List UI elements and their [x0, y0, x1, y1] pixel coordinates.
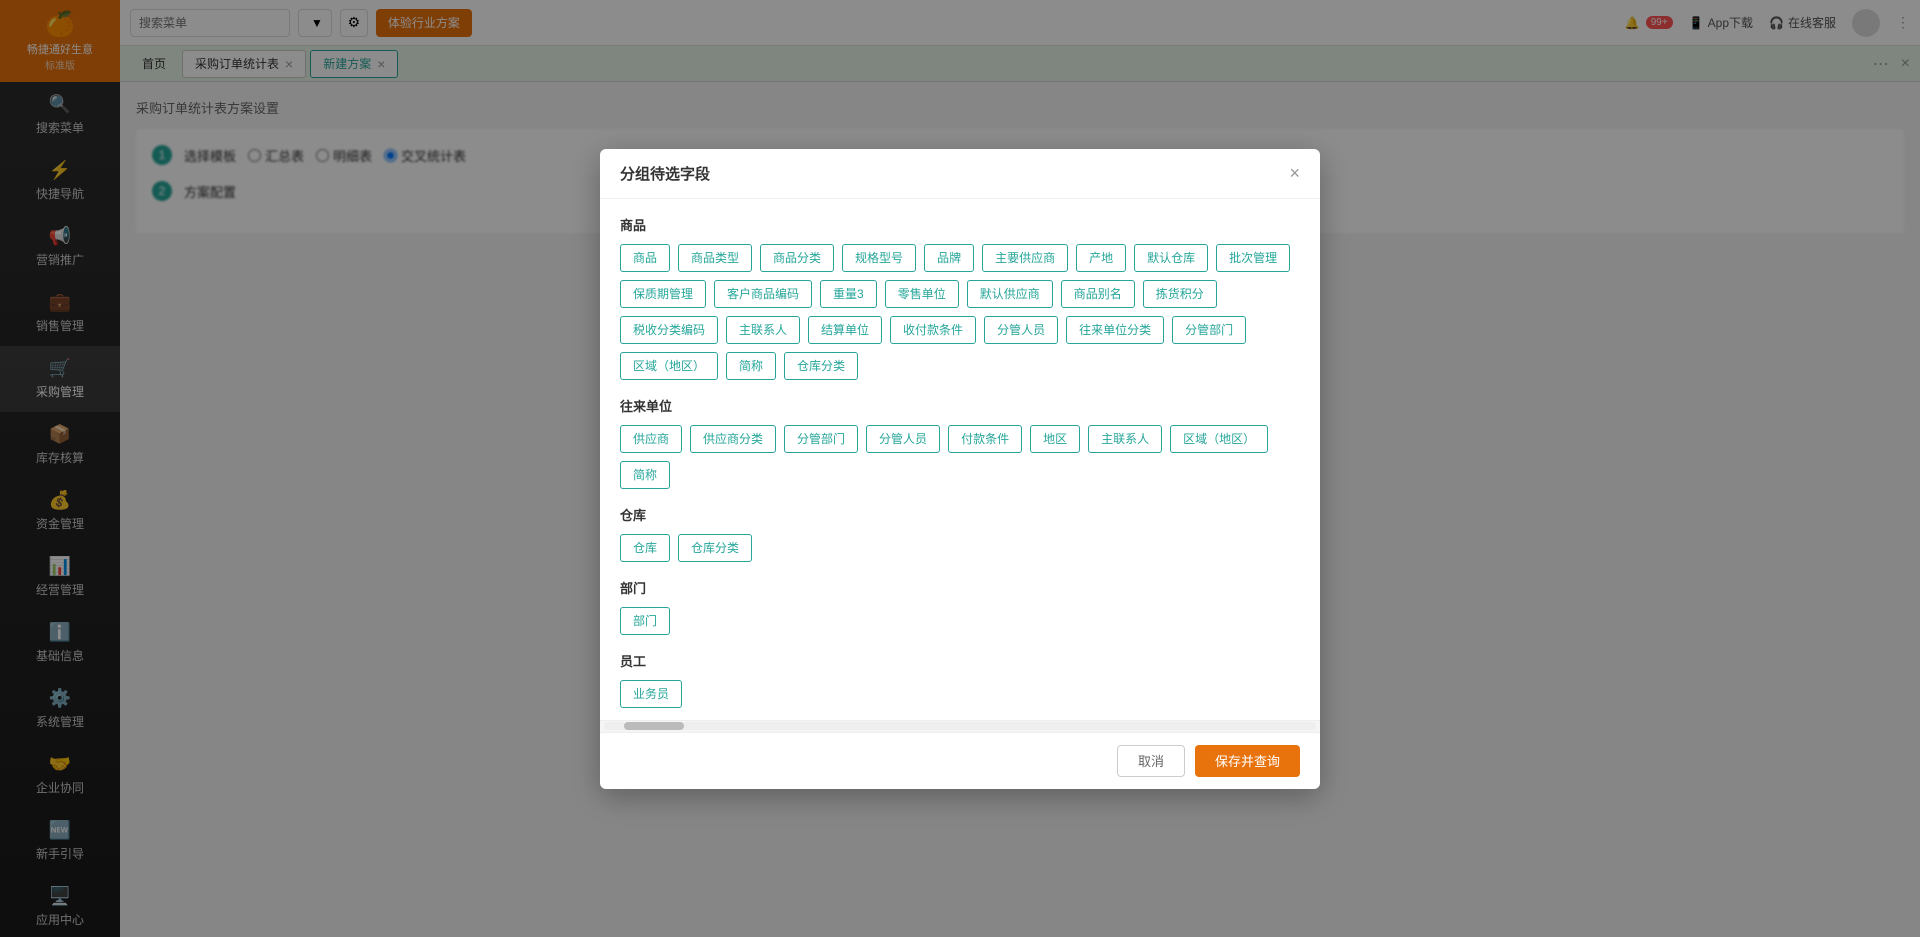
modal-footer: 取消 保存并查询: [600, 732, 1320, 789]
tags-grid-warehouse: 仓库仓库分类: [620, 534, 1300, 562]
modal-title: 分组待选字段: [620, 163, 710, 184]
tags-grid-goods: 商品商品类型商品分类规格型号品牌主要供应商产地默认仓库批次管理保质期管理客户商品…: [620, 244, 1300, 380]
tag-goods-1[interactable]: 商品类型: [678, 244, 752, 272]
tag-goods-16[interactable]: 税收分类编码: [620, 316, 718, 344]
modal-body: 商品商品商品类型商品分类规格型号品牌主要供应商产地默认仓库批次管理保质期管理客户…: [600, 199, 1320, 720]
cancel-button[interactable]: 取消: [1117, 745, 1185, 777]
tag-partner-2[interactable]: 分管部门: [784, 425, 858, 453]
tag-goods-0[interactable]: 商品: [620, 244, 670, 272]
tag-goods-20[interactable]: 分管人员: [984, 316, 1058, 344]
tags-grid-department: 部门: [620, 607, 1300, 635]
tag-goods-24[interactable]: 简称: [726, 352, 776, 380]
tag-goods-13[interactable]: 默认供应商: [967, 280, 1053, 308]
tag-goods-23[interactable]: 区域（地区）: [620, 352, 718, 380]
tag-goods-22[interactable]: 分管部门: [1172, 316, 1246, 344]
tag-goods-11[interactable]: 重量3: [820, 280, 877, 308]
tag-goods-10[interactable]: 客户商品编码: [714, 280, 812, 308]
tag-goods-14[interactable]: 商品别名: [1061, 280, 1135, 308]
tag-goods-9[interactable]: 保质期管理: [620, 280, 706, 308]
section-title-department: 部门: [620, 578, 1300, 597]
section-employee: 员工业务员: [620, 651, 1300, 708]
section-title-goods: 商品: [620, 215, 1300, 234]
tag-goods-8[interactable]: 批次管理: [1216, 244, 1290, 272]
tag-partner-6[interactable]: 主联系人: [1088, 425, 1162, 453]
section-title-warehouse: 仓库: [620, 505, 1300, 524]
tag-partner-0[interactable]: 供应商: [620, 425, 682, 453]
section-title-partner: 往来单位: [620, 396, 1300, 415]
tag-partner-1[interactable]: 供应商分类: [690, 425, 776, 453]
tag-employee-0[interactable]: 业务员: [620, 680, 682, 708]
tags-grid-employee: 业务员: [620, 680, 1300, 708]
tag-goods-15[interactable]: 拣货积分: [1143, 280, 1217, 308]
tag-goods-5[interactable]: 主要供应商: [982, 244, 1068, 272]
tags-grid-partner: 供应商供应商分类分管部门分管人员付款条件地区主联系人区域（地区） 简称: [620, 425, 1300, 489]
tag-warehouse-1[interactable]: 仓库分类: [678, 534, 752, 562]
tag-partner-4[interactable]: 付款条件: [948, 425, 1022, 453]
tag-goods-6[interactable]: 产地: [1076, 244, 1126, 272]
tag-goods-12[interactable]: 零售单位: [885, 280, 959, 308]
tag-goods-18[interactable]: 结算单位: [808, 316, 882, 344]
tag-department-0[interactable]: 部门: [620, 607, 670, 635]
modal-header: 分组待选字段 ×: [600, 149, 1320, 199]
tag-goods-2[interactable]: 商品分类: [760, 244, 834, 272]
tag-goods-4[interactable]: 品牌: [924, 244, 974, 272]
section-title-employee: 员工: [620, 651, 1300, 670]
section-partner: 往来单位供应商供应商分类分管部门分管人员付款条件地区主联系人区域（地区） 简称: [620, 396, 1300, 489]
tag-goods-3[interactable]: 规格型号: [842, 244, 916, 272]
field-selection-modal: 分组待选字段 × 商品商品商品类型商品分类规格型号品牌主要供应商产地默认仓库批次…: [600, 149, 1320, 789]
tag-goods-25[interactable]: 仓库分类: [784, 352, 858, 380]
save-query-button[interactable]: 保存并查询: [1195, 745, 1300, 777]
tag-goods-21[interactable]: 往来单位分类: [1066, 316, 1164, 344]
tag-goods-17[interactable]: 主联系人: [726, 316, 800, 344]
section-department: 部门部门: [620, 578, 1300, 635]
tag-partner-7[interactable]: 区域（地区）: [1170, 425, 1268, 453]
horizontal-scrollbar[interactable]: [600, 720, 1320, 732]
modal-close-button[interactable]: ×: [1289, 163, 1300, 184]
tag-partner-8[interactable]: 简称: [620, 461, 670, 489]
tag-partner-3[interactable]: 分管人员: [866, 425, 940, 453]
tag-partner-5[interactable]: 地区: [1030, 425, 1080, 453]
section-warehouse: 仓库仓库仓库分类: [620, 505, 1300, 562]
tag-goods-19[interactable]: 收付款条件: [890, 316, 976, 344]
tag-goods-7[interactable]: 默认仓库: [1134, 244, 1208, 272]
tag-warehouse-0[interactable]: 仓库: [620, 534, 670, 562]
section-goods: 商品商品商品类型商品分类规格型号品牌主要供应商产地默认仓库批次管理保质期管理客户…: [620, 215, 1300, 380]
